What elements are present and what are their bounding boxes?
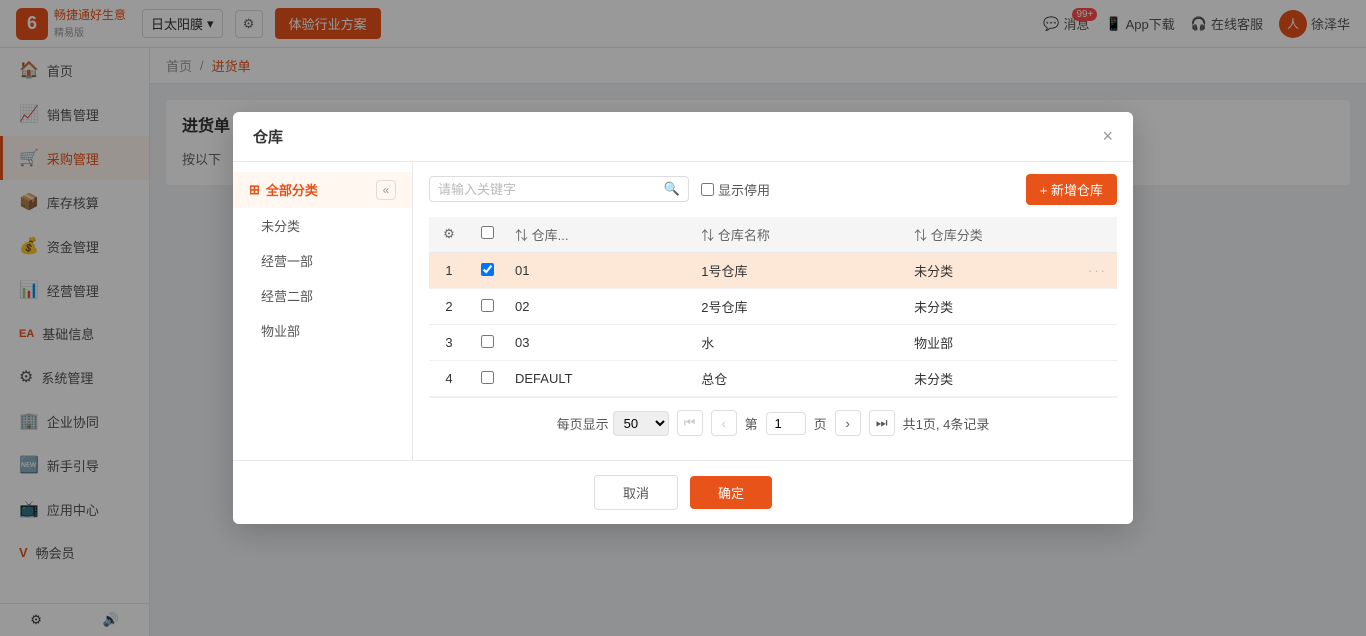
row-check <box>469 325 505 361</box>
confirm-button[interactable]: 确定 <box>690 476 772 509</box>
row-num: 2 <box>429 289 469 325</box>
modal-body: ⊞ 全部分类 « 未分类 经营一部 经营二部 物业部 🔍 <box>233 162 1133 461</box>
sort-icon-cat: ⇅ <box>914 228 927 243</box>
cancel-button[interactable]: 取消 <box>594 475 678 510</box>
modal-pagination: 每页显示 50 10 20 100 ⏮ ‹ 第 页 › ⏭ <box>429 397 1117 448</box>
row-name: 2号仓库 <box>691 289 904 325</box>
add-warehouse-button[interactable]: + 新增仓库 <box>1026 174 1117 205</box>
col-code-header: ⇅ 仓库... <box>505 217 691 253</box>
show-disabled-checkbox[interactable] <box>701 183 714 196</box>
modal-toolbar: 🔍 显示停用 + 新增仓库 <box>429 174 1117 205</box>
col-check <box>469 217 505 253</box>
category-item-property[interactable]: 物业部 <box>233 313 412 348</box>
sort-icon-name: ⇅ <box>701 228 714 243</box>
all-category-item[interactable]: ⊞ 全部分类 « <box>233 172 412 208</box>
row-code: DEFAULT <box>505 361 691 397</box>
warehouse-table: ⚙ ⇅ 仓库... ⇅ 仓库名称 <box>429 217 1117 398</box>
table-row[interactable]: 2 02 2号仓库 未分类 <box>429 289 1117 325</box>
check-all-checkbox[interactable] <box>481 226 494 239</box>
all-category-label: 全部分类 <box>266 180 318 199</box>
search-input[interactable] <box>438 182 664 197</box>
modal-close-button[interactable]: × <box>1102 127 1113 145</box>
row-category: 物业部 <box>904 325 1117 361</box>
prev-page-button[interactable]: ‹ <box>711 410 737 436</box>
first-page-button[interactable]: ⏮ <box>677 410 703 436</box>
modal-footer: 取消 确定 <box>233 460 1133 524</box>
search-icon[interactable]: 🔍 <box>664 181 680 197</box>
total-info: 共1页, 4条记录 <box>903 414 990 433</box>
row-num: 3 <box>429 325 469 361</box>
row-checkbox[interactable] <box>481 263 494 276</box>
per-page-select[interactable]: 50 10 20 100 <box>613 411 669 436</box>
next-page-button[interactable]: › <box>835 410 861 436</box>
col-name-header: ⇅ 仓库名称 <box>691 217 904 253</box>
row-check <box>469 289 505 325</box>
row-code: 02 <box>505 289 691 325</box>
table-header-row: ⚙ ⇅ 仓库... ⇅ 仓库名称 <box>429 217 1117 253</box>
category-item-ops2[interactable]: 经营二部 <box>233 278 412 313</box>
modal-table-panel: 🔍 显示停用 + 新增仓库 ⚙ <box>413 162 1133 461</box>
show-disabled-label[interactable]: 显示停用 <box>701 180 770 199</box>
row-checkbox[interactable] <box>481 335 494 348</box>
row-code: 03 <box>505 325 691 361</box>
category-item-unclassified[interactable]: 未分类 <box>233 208 412 243</box>
row-name: 总仓 <box>691 361 904 397</box>
row-name: 1号仓库 <box>691 252 904 289</box>
row-actions[interactable]: ··· <box>1088 263 1107 278</box>
col-settings[interactable]: ⚙ <box>429 217 469 253</box>
row-check <box>469 361 505 397</box>
table-row[interactable]: 3 03 水 物业部 <box>429 325 1117 361</box>
row-category: 未分类 <box>904 289 1117 325</box>
page-label: 第 <box>745 414 758 433</box>
last-page-button[interactable]: ⏭ <box>869 410 895 436</box>
row-code: 01 <box>505 252 691 289</box>
grid-icon: ⊞ <box>249 182 260 198</box>
warehouse-modal: 仓库 × ⊞ 全部分类 « 未分类 经营一部 经营二部 物业部 <box>233 112 1133 525</box>
show-disabled-text: 显示停用 <box>718 180 770 199</box>
per-page-label: 每页显示 <box>557 414 609 433</box>
modal-title: 仓库 <box>253 126 283 147</box>
row-num: 4 <box>429 361 469 397</box>
page-unit: 页 <box>814 414 827 433</box>
table-body: 1 01 1号仓库 未分类 ··· 2 02 2号仓库 未分类 3 03 水 物… <box>429 252 1117 397</box>
row-checkbox[interactable] <box>481 371 494 384</box>
modal-category-panel: ⊞ 全部分类 « 未分类 经营一部 经营二部 物业部 <box>233 162 413 461</box>
search-box: 🔍 <box>429 176 689 202</box>
row-checkbox[interactable] <box>481 299 494 312</box>
table-head: ⚙ ⇅ 仓库... ⇅ 仓库名称 <box>429 217 1117 253</box>
category-item-ops1[interactable]: 经营一部 <box>233 243 412 278</box>
modal-header: 仓库 × <box>233 112 1133 162</box>
sort-icon: ⇅ <box>515 228 528 243</box>
modal-overlay: 仓库 × ⊞ 全部分类 « 未分类 经营一部 经营二部 物业部 <box>0 0 1366 636</box>
collapse-category-button[interactable]: « <box>376 180 396 200</box>
row-category: 未分类 <box>904 361 1117 397</box>
col-category-header: ⇅ 仓库分类 <box>904 217 1117 253</box>
row-name: 水 <box>691 325 904 361</box>
table-container: ⚙ ⇅ 仓库... ⇅ 仓库名称 <box>429 217 1117 398</box>
per-page-selector: 每页显示 50 10 20 100 <box>557 411 669 436</box>
row-check <box>469 252 505 289</box>
table-row[interactable]: 4 DEFAULT 总仓 未分类 <box>429 361 1117 397</box>
page-number-input[interactable] <box>766 412 806 435</box>
row-category: 未分类 ··· <box>904 253 1117 289</box>
row-num: 1 <box>429 252 469 289</box>
table-row[interactable]: 1 01 1号仓库 未分类 ··· <box>429 252 1117 289</box>
